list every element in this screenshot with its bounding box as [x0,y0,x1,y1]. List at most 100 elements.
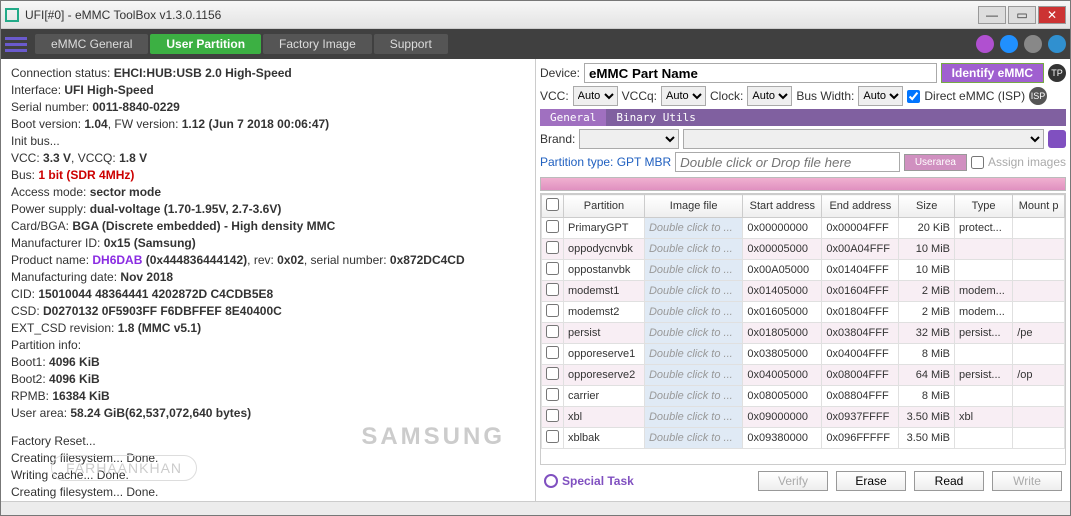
close-button[interactable]: ✕ [1038,6,1066,24]
cell-image[interactable]: Double click to ... [644,428,742,449]
cell-end: 0x00004FFF [822,218,899,239]
row-checkbox[interactable] [546,388,559,401]
identify-button[interactable]: Identify eMMC [941,63,1044,83]
cell-type: protect... [955,218,1013,239]
table-row[interactable]: opporeserve1Double click to ...0x0380500… [542,344,1065,365]
folder-icon[interactable] [1048,130,1066,148]
cell-type [955,260,1013,281]
minimize-button[interactable]: — [978,6,1006,24]
settings-icon[interactable] [1048,35,1066,53]
brand-select[interactable] [579,129,679,149]
cell-partition: modemst2 [564,302,645,323]
subtab-binary-utils[interactable]: Binary Utils [606,109,705,126]
tab-support[interactable]: Support [374,34,448,54]
cell-image[interactable]: Double click to ... [644,239,742,260]
tab-factory-image[interactable]: Factory Image [263,34,372,54]
cell-mount [1013,218,1065,239]
isp-icon[interactable]: ISP [1029,87,1047,105]
cell-partition: persist [564,323,645,344]
cell-image[interactable]: Double click to ... [644,218,742,239]
row-checkbox[interactable] [546,262,559,275]
cell-end: 0x01404FFF [822,260,899,281]
table-row[interactable]: oppodycnvbkDouble click to ...0x00005000… [542,239,1065,260]
cell-start: 0x01605000 [743,302,822,323]
cell-image[interactable]: Double click to ... [644,281,742,302]
special-task-link[interactable]: Special Task [544,474,634,488]
cell-image[interactable]: Double click to ... [644,407,742,428]
cell-size: 3.50 MiB [899,428,955,449]
cell-start: 0x08005000 [743,386,822,407]
cell-mount [1013,260,1065,281]
cell-type: persist... [955,365,1013,386]
statusbar [1,501,1070,515]
table-row[interactable]: carrierDouble click to ...0x080050000x08… [542,386,1065,407]
device-field[interactable] [584,63,937,83]
row-checkbox[interactable] [546,430,559,443]
row-checkbox[interactable] [546,409,559,422]
table-row[interactable]: xblbakDouble click to ...0x093800000x096… [542,428,1065,449]
subtab-general[interactable]: General [540,109,606,126]
row-checkbox[interactable] [546,283,559,296]
direct-emmc-checkbox[interactable] [907,90,920,103]
vccq-select[interactable]: Auto [661,86,706,106]
info-icon[interactable] [1024,35,1042,53]
cell-type: modem... [955,302,1013,323]
right-panel: Device: Identify eMMC TP VCC: Auto VCCq:… [536,59,1070,501]
cell-end: 0x04004FFF [822,344,899,365]
cell-mount: /pe [1013,323,1065,344]
vcc-select[interactable]: Auto [573,86,618,106]
userarea-button[interactable]: Userarea [904,154,967,171]
row-checkbox[interactable] [546,367,559,380]
globe-icon[interactable] [976,35,994,53]
cell-end: 0x0937FFFF [822,407,899,428]
verify-button[interactable]: Verify [758,471,828,491]
table-row[interactable]: PrimaryGPTDouble click to ...0x000000000… [542,218,1065,239]
menu-icon[interactable] [5,35,27,53]
device-label: Device: [540,66,580,80]
clock-select[interactable]: Auto [747,86,792,106]
table-row[interactable]: modemst1Double click to ...0x014050000x0… [542,281,1065,302]
model-select[interactable] [683,129,1044,149]
row-checkbox[interactable] [546,325,559,338]
row-checkbox[interactable] [546,346,559,359]
row-checkbox[interactable] [546,220,559,233]
assign-images-checkbox[interactable] [971,156,984,169]
cell-start: 0x00000000 [743,218,822,239]
table-row[interactable]: xblDouble click to ...0x090000000x0937FF… [542,407,1065,428]
tab-user-partition[interactable]: User Partition [150,34,261,54]
table-row[interactable]: oppostanvbkDouble click to ...0x00A05000… [542,260,1065,281]
erase-button[interactable]: Erase [836,471,906,491]
titlebar: UFI[#0] - eMMC ToolBox v1.3.0.1156 — ▭ ✕ [1,1,1070,29]
cell-partition: xblbak [564,428,645,449]
select-all-checkbox[interactable] [546,198,559,211]
cell-image[interactable]: Double click to ... [644,365,742,386]
cell-mount [1013,428,1065,449]
table-row[interactable]: modemst2Double click to ...0x016050000x0… [542,302,1065,323]
cell-partition: oppostanvbk [564,260,645,281]
table-row[interactable]: opporeserve2Double click to ...0x0400500… [542,365,1065,386]
cell-partition: opporeserve1 [564,344,645,365]
cell-image[interactable]: Double click to ... [644,260,742,281]
row-checkbox[interactable] [546,241,559,254]
row-checkbox[interactable] [546,304,559,317]
cell-start: 0x03805000 [743,344,822,365]
update-icon[interactable] [1000,35,1018,53]
app-icon [5,8,19,22]
cell-image[interactable]: Double click to ... [644,344,742,365]
cell-mount: /op [1013,365,1065,386]
cell-image[interactable]: Double click to ... [644,323,742,344]
read-button[interactable]: Read [914,471,984,491]
table-row[interactable]: persistDouble click to ...0x018050000x03… [542,323,1065,344]
cell-size: 10 MiB [899,239,955,260]
tab-emmc-general[interactable]: eMMC General [35,34,148,54]
drop-file-field[interactable] [675,152,900,172]
partition-type-link[interactable]: Partition type: GPT MBR [540,155,671,169]
cell-image[interactable]: Double click to ... [644,386,742,407]
cell-type [955,239,1013,260]
tp-icon[interactable]: TP [1048,64,1066,82]
cell-size: 2 MiB [899,302,955,323]
buswidth-select[interactable]: Auto [858,86,903,106]
maximize-button[interactable]: ▭ [1008,6,1036,24]
write-button[interactable]: Write [992,471,1062,491]
cell-image[interactable]: Double click to ... [644,302,742,323]
